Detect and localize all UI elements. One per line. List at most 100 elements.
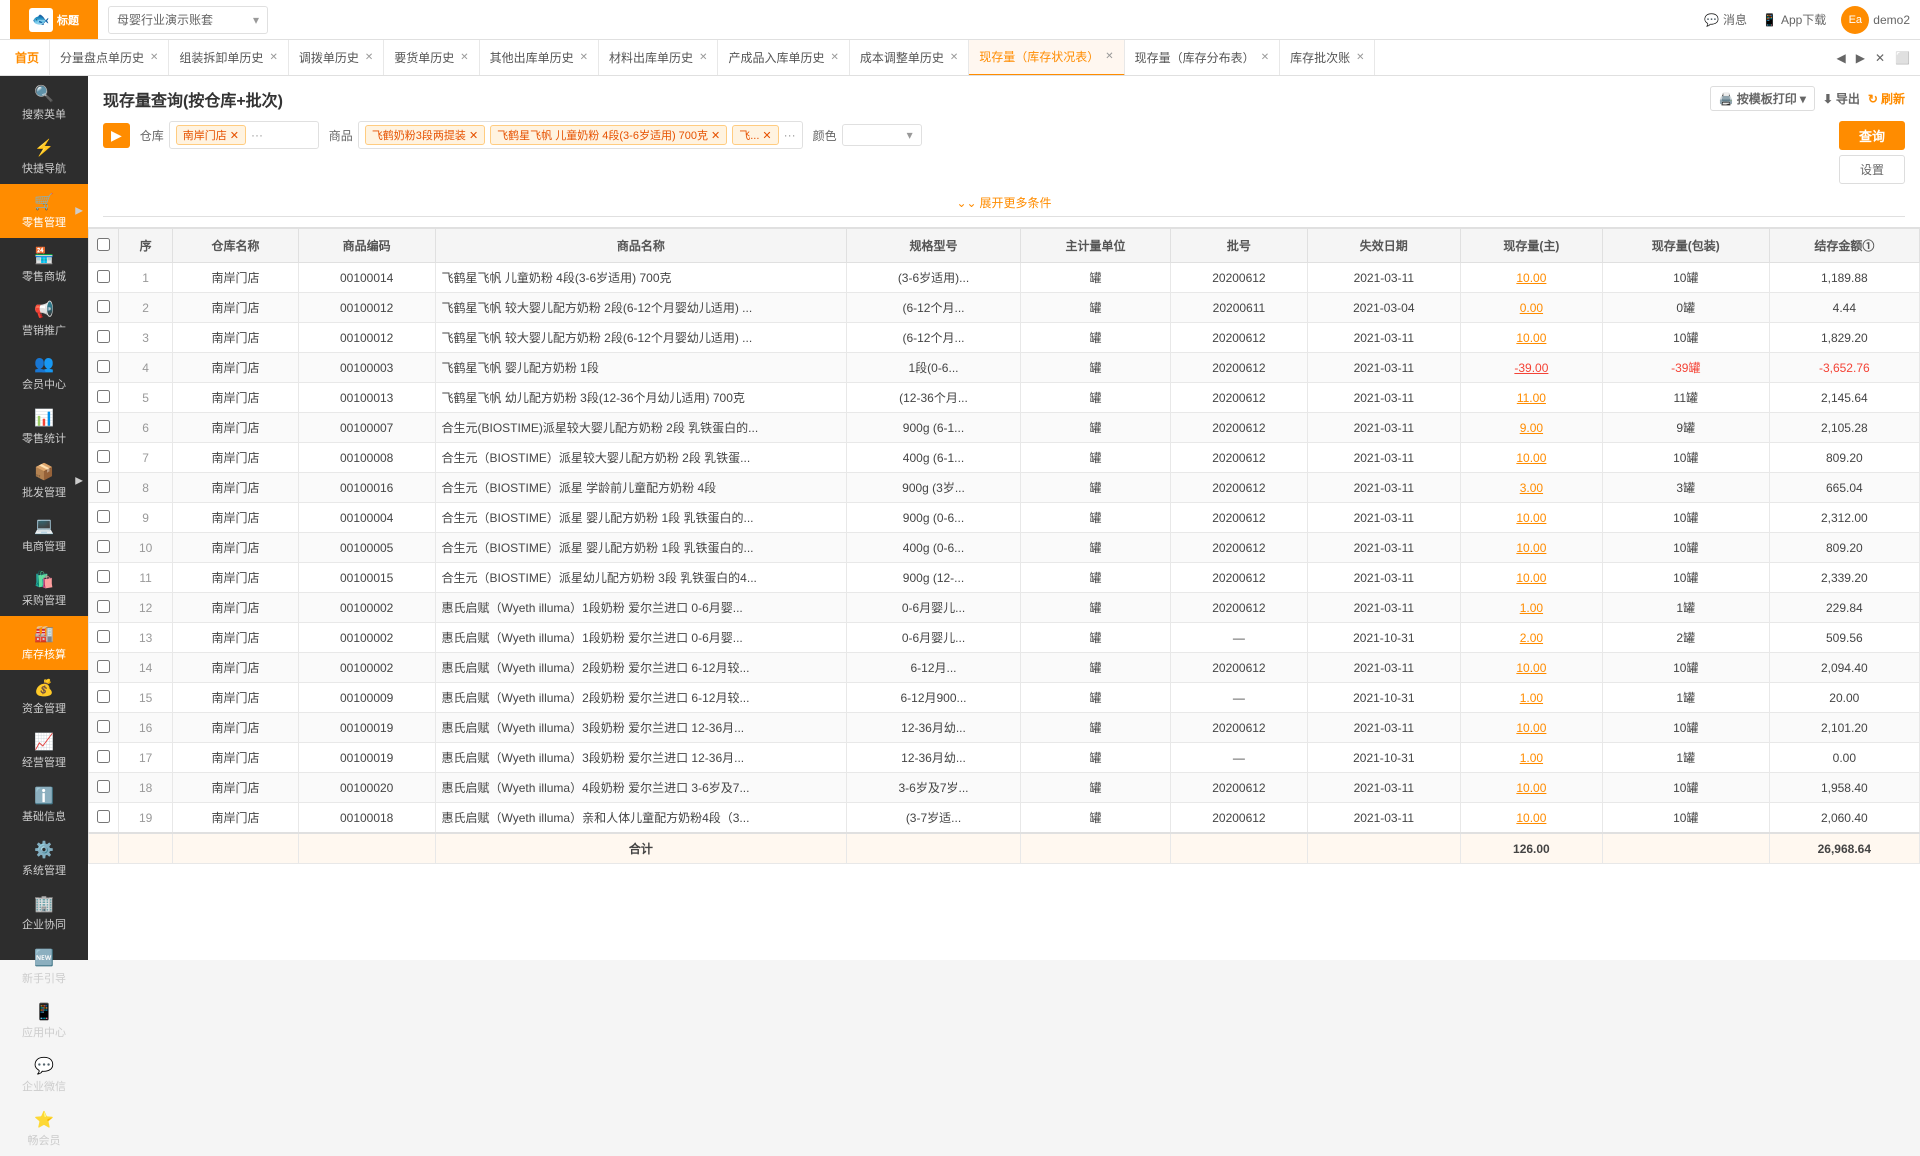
row-checkbox[interactable] (97, 480, 110, 493)
tab-transfer[interactable]: 调拨单历史 ✕ (289, 40, 384, 76)
logo[interactable]: 🐟 标题 (10, 0, 98, 39)
settings-btn[interactable]: 设置 (1839, 155, 1905, 184)
cell-check[interactable] (89, 473, 119, 503)
messages-btn[interactable]: 💬 消息 (1704, 11, 1747, 28)
row-checkbox[interactable] (97, 810, 110, 823)
cell-stock-main[interactable]: 10.00 (1460, 443, 1602, 473)
cell-check[interactable] (89, 443, 119, 473)
cell-check[interactable] (89, 383, 119, 413)
cell-stock-main[interactable]: 10.00 (1460, 533, 1602, 563)
row-checkbox[interactable] (97, 720, 110, 733)
close-icon[interactable]: ✕ (365, 52, 373, 63)
tab-material-out[interactable]: 材料出库单历史 ✕ (599, 40, 718, 76)
cell-stock-main[interactable]: 1.00 (1460, 593, 1602, 623)
cell-check[interactable] (89, 713, 119, 743)
tab-disassemble[interactable]: 组装拆卸单历史 ✕ (169, 40, 288, 76)
sidebar-item-member[interactable]: 👥 会员中心 (0, 346, 88, 400)
row-checkbox[interactable] (97, 600, 110, 613)
cell-check[interactable] (89, 293, 119, 323)
company-selector[interactable]: 母婴行业演示账套 ▾ (108, 6, 268, 34)
app-download-btn[interactable]: 📱 App下载 (1762, 11, 1826, 28)
row-checkbox[interactable] (97, 360, 110, 373)
sidebar-item-retail-shop[interactable]: 🏪 零售商城 (0, 238, 88, 292)
tag-close-icon[interactable]: ✕ (762, 129, 771, 142)
cell-stock-main[interactable]: -39.00 (1460, 353, 1602, 383)
cell-stock-main[interactable]: 9.00 (1460, 413, 1602, 443)
sidebar-item-marketing[interactable]: 📢 营销推广 (0, 292, 88, 346)
cell-stock-main[interactable]: 1.00 (1460, 743, 1602, 773)
close-icon[interactable]: ✕ (1105, 51, 1113, 62)
cell-stock-main[interactable]: 10.00 (1460, 503, 1602, 533)
tab-maximize-btn[interactable]: ⬜ (1890, 51, 1915, 65)
product-more-btn[interactable]: ··· (784, 128, 796, 142)
row-checkbox[interactable] (97, 390, 110, 403)
tab-batch-ledger[interactable]: 库存批次账 ✕ (1280, 40, 1375, 76)
sidebar-item-retail-mgmt[interactable]: 🛒 零售管理 ▶ (0, 184, 88, 238)
user-avatar-area[interactable]: Ea demo2 (1841, 6, 1910, 34)
cell-stock-main[interactable]: 0.00 (1460, 293, 1602, 323)
product-tags[interactable]: 飞鹤奶粉3段两提装 ✕ 飞鹤星飞帆 儿童奶粉 4段(3-6岁适用) 700克 ✕… (358, 121, 803, 149)
cell-check[interactable] (89, 503, 119, 533)
sidebar-item-operations[interactable]: 📈 经营管理 (0, 724, 88, 778)
cell-check[interactable] (89, 593, 119, 623)
template-print-btn[interactable]: 🖨️ 按模板打印 ▾ (1710, 86, 1815, 111)
sidebar-item-sys-mgmt[interactable]: ⚙️ 系统管理 (0, 832, 88, 886)
sidebar-item-new-guide[interactable]: 🆕 新手引导 (0, 940, 88, 994)
expand-more-btn[interactable]: ⌄⌄ 展开更多条件 (956, 194, 1051, 211)
cell-check[interactable] (89, 323, 119, 353)
tag-close-icon[interactable]: ✕ (230, 129, 239, 142)
cell-stock-main[interactable]: 3.00 (1460, 473, 1602, 503)
tab-other-out[interactable]: 其他出库单历史 ✕ (480, 40, 599, 76)
row-checkbox[interactable] (97, 330, 110, 343)
expand-filter-btn[interactable]: ▶ (103, 123, 130, 148)
close-icon[interactable]: ✕ (580, 52, 588, 63)
cell-stock-main[interactable]: 1.00 (1460, 683, 1602, 713)
cell-stock-main[interactable]: 10.00 (1460, 263, 1602, 293)
cell-check[interactable] (89, 263, 119, 293)
tab-product-in[interactable]: 产成品入库单历史 ✕ (718, 40, 849, 76)
close-icon[interactable]: ✕ (269, 52, 277, 63)
row-checkbox[interactable] (97, 450, 110, 463)
close-icon[interactable]: ✕ (1356, 52, 1364, 63)
cell-check[interactable] (89, 563, 119, 593)
cell-stock-main[interactable]: 10.00 (1460, 713, 1602, 743)
cell-stock-main[interactable]: 11.00 (1460, 383, 1602, 413)
row-checkbox[interactable] (97, 420, 110, 433)
row-checkbox[interactable] (97, 540, 110, 553)
cell-check[interactable] (89, 803, 119, 834)
cell-check[interactable] (89, 533, 119, 563)
tag-close-icon[interactable]: ✕ (711, 129, 720, 142)
cell-stock-main[interactable]: 10.00 (1460, 323, 1602, 353)
tab-close-all-btn[interactable]: ✕ (1870, 51, 1890, 65)
warehouse-tags[interactable]: 南岸门店 ✕ ··· (169, 121, 319, 149)
tab-stock-dist[interactable]: 现存量（库存分布表） ✕ (1125, 40, 1280, 76)
row-checkbox[interactable] (97, 690, 110, 703)
row-checkbox[interactable] (97, 630, 110, 643)
tab-cost-adjust[interactable]: 成本调整单历史 ✕ (850, 40, 969, 76)
color-input[interactable]: ▾ (842, 124, 922, 146)
sidebar-item-corp-wechat[interactable]: 💬 企业微信 (0, 1048, 88, 1102)
sidebar-item-app-center[interactable]: 📱 应用中心 (0, 994, 88, 1048)
query-btn[interactable]: 查询 (1839, 121, 1905, 150)
sidebar-item-ecom[interactable]: 💻 电商管理 (0, 508, 88, 562)
close-icon[interactable]: ✕ (699, 52, 707, 63)
row-checkbox[interactable] (97, 570, 110, 583)
sidebar-item-retail-stats[interactable]: 📊 零售统计 (0, 400, 88, 454)
cell-check[interactable] (89, 773, 119, 803)
sidebar-item-finance[interactable]: 💰 资金管理 (0, 670, 88, 724)
cell-check[interactable] (89, 653, 119, 683)
close-icon[interactable]: ✕ (830, 52, 838, 63)
cell-check[interactable] (89, 413, 119, 443)
sidebar-item-wholesale[interactable]: 📦 批发管理 ▶ (0, 454, 88, 508)
tag-close-icon[interactable]: ✕ (469, 129, 478, 142)
tab-home[interactable]: 首页 (5, 40, 50, 76)
tab-stock-status[interactable]: 现存量（库存状况表） ✕ (969, 40, 1124, 76)
cell-check[interactable] (89, 623, 119, 653)
sidebar-item-purchase[interactable]: 🛍️ 采购管理 (0, 562, 88, 616)
col-header-check[interactable] (89, 229, 119, 263)
tab-next-btn[interactable]: ▶ (1851, 51, 1870, 65)
row-checkbox[interactable] (97, 270, 110, 283)
sidebar-item-inventory[interactable]: 🏭 库存核算 (0, 616, 88, 670)
warehouse-more-btn[interactable]: ··· (251, 128, 263, 142)
select-all-checkbox[interactable] (97, 238, 110, 251)
